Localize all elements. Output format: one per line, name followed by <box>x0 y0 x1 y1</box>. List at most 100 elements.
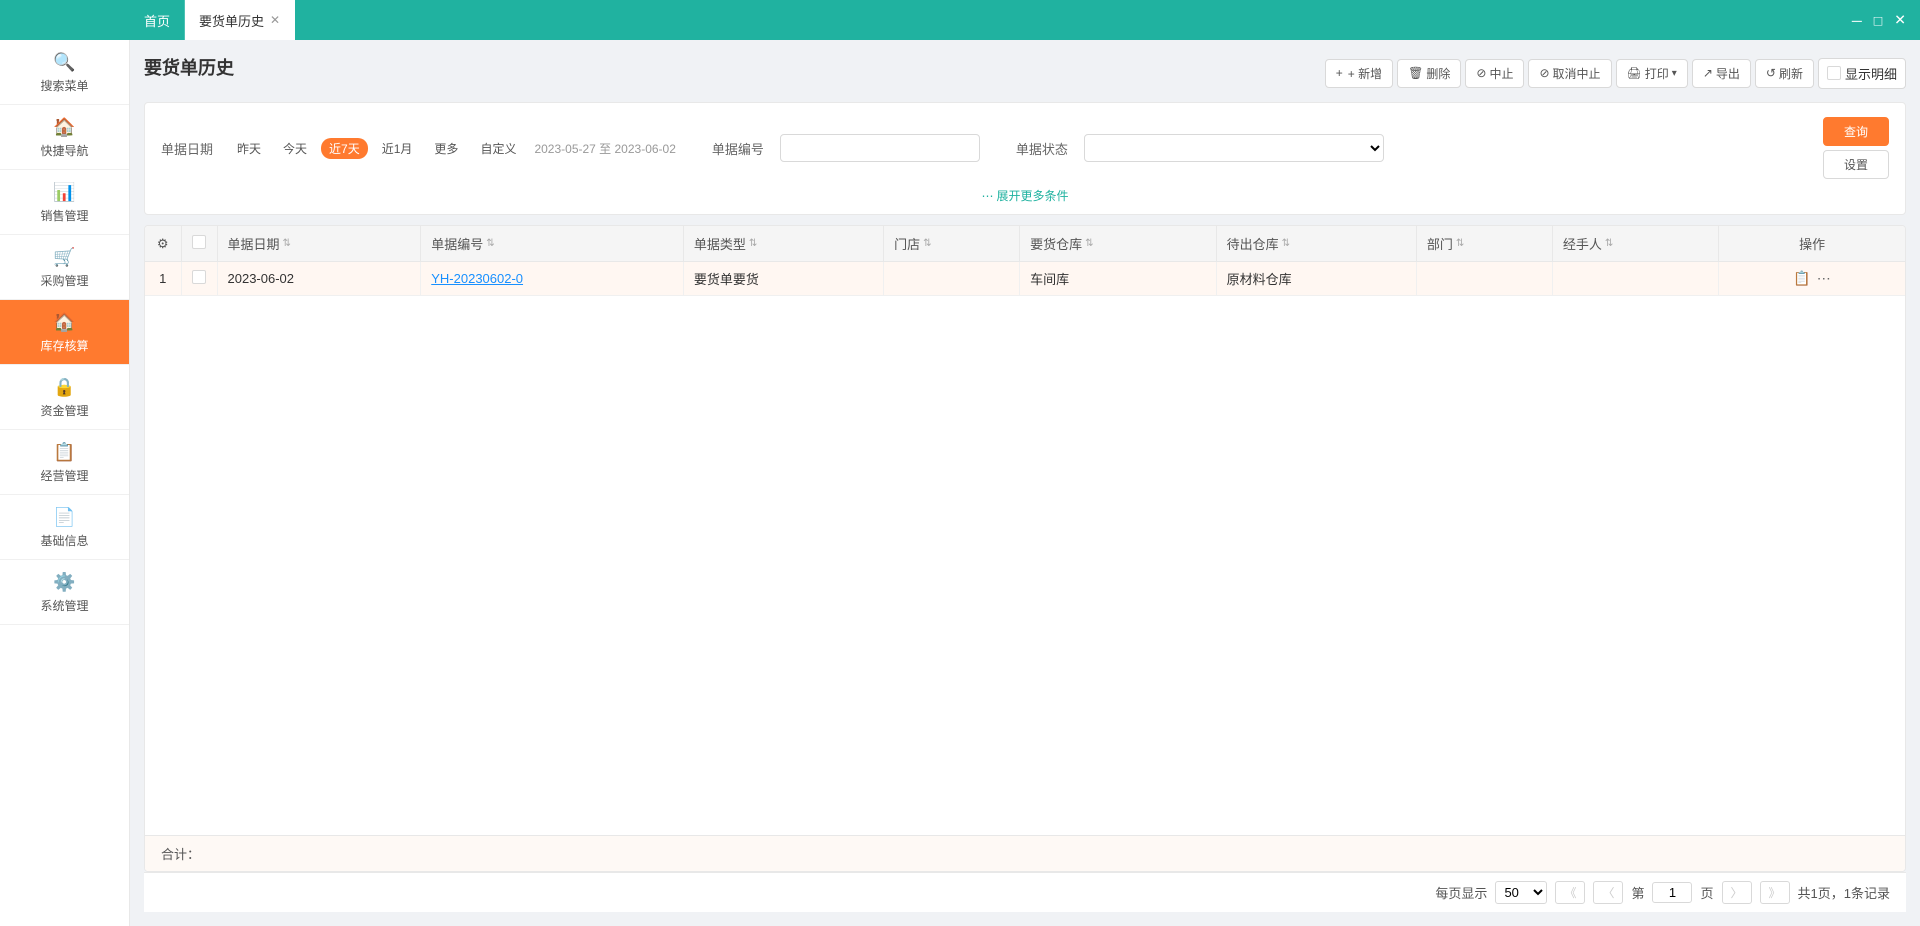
sort-icon-handler: ⇅ <box>1605 238 1613 249</box>
th-checkbox[interactable] <box>181 226 217 262</box>
close-window-icon[interactable]: ✕ <box>1894 12 1906 29</box>
th-pending-warehouse[interactable]: 待出仓库⇅ <box>1216 226 1416 262</box>
print-icon: 🖨 <box>1627 66 1642 80</box>
doc-status-label: 单据状态 <box>1016 139 1068 158</box>
refresh-button[interactable]: ↺ 刷新 <box>1755 59 1814 88</box>
th-actions: 操作 <box>1719 226 1905 262</box>
row-edit-icon[interactable]: 📋 <box>1793 270 1810 287</box>
date-filter-label: 单据日期 <box>161 139 213 158</box>
sidebar-item-operations[interactable]: 📋 经营管理 <box>0 430 129 495</box>
export-button[interactable]: ↗ 导出 <box>1692 59 1751 88</box>
print-button[interactable]: 🖨 打印 ▾ <box>1616 59 1688 88</box>
td-index: 1 <box>145 262 181 296</box>
display-detail-checkbox-icon <box>1827 66 1841 80</box>
td-checkbox[interactable] <box>181 262 217 296</box>
export-icon: ↗ <box>1703 66 1713 80</box>
th-gear[interactable]: ⚙ <box>145 226 181 262</box>
tab-home[interactable]: 首页 <box>130 0 185 40</box>
th-department[interactable]: 部门⇅ <box>1416 226 1552 262</box>
sidebar-item-system[interactable]: ⚙️ 系统管理 <box>0 560 129 625</box>
page-title: 要货单历史 <box>144 54 234 80</box>
doc-no-link[interactable]: YH-20230602-0 <box>431 271 523 286</box>
td-store <box>884 262 1020 296</box>
row-checkbox[interactable] <box>192 270 206 284</box>
sidebar-item-finance[interactable]: 🔒 资金管理 <box>0 365 129 430</box>
first-page-btn[interactable]: 《 <box>1555 881 1585 904</box>
td-req-warehouse: 车间库 <box>1020 262 1217 296</box>
expand-more-btn[interactable]: ⋯ 展开更多条件 <box>981 187 1068 204</box>
filter-row-1: 单据日期 昨天 今天 近7天 近1月 更多 自定义 2023-05-27 至 2… <box>161 117 1889 179</box>
delete-icon: 🗑 <box>1408 66 1423 80</box>
tab-requisition-history[interactable]: 要货单历史 ✕ <box>185 0 295 40</box>
sidebar-item-sales[interactable]: 📊 销售管理 <box>0 170 129 235</box>
sort-icon-pending-warehouse: ⇅ <box>1282 238 1290 249</box>
prev-page-btn[interactable]: 〈 <box>1593 881 1623 904</box>
display-detail-checkbox[interactable]: 显示明细 <box>1818 58 1906 89</box>
main-layout: 🔍 搜索菜单 🏠 快捷导航 📊 销售管理 🛒 采购管理 🏠 库存核算 🔒 资金管… <box>0 40 1920 926</box>
pagination-bar: 每页显示 50 10 20 100 《 〈 第 页 〉 》 共1页，1条记录 <box>144 872 1906 912</box>
date-btn-7days[interactable]: 近7天 <box>321 138 368 159</box>
gear-icon[interactable]: ⚙ <box>157 236 169 251</box>
window-controls: ─ □ ✕ <box>1852 12 1906 29</box>
inventory-icon: 🏠 <box>53 312 75 333</box>
new-button[interactable]: + + 新增 <box>1325 59 1393 88</box>
select-all-checkbox[interactable] <box>192 235 206 249</box>
sort-icon-store: ⇅ <box>923 238 931 249</box>
refresh-icon: ↺ <box>1766 66 1776 80</box>
sidebar-item-inventory[interactable]: 🏠 库存核算 <box>0 300 129 365</box>
stop-icon: ⊘ <box>1476 66 1486 80</box>
td-doc-date: 2023-06-02 <box>217 262 421 296</box>
settings-button[interactable]: 设置 <box>1823 150 1889 179</box>
doc-status-select[interactable] <box>1084 134 1384 162</box>
th-doc-type[interactable]: 单据类型⇅ <box>683 226 883 262</box>
sidebar-item-search-menu[interactable]: 🔍 搜索菜单 <box>0 40 129 105</box>
table-row[interactable]: 1 2023-06-02 YH-20230602-0 要货单要货 车间库 原材料… <box>145 262 1905 296</box>
td-doc-no[interactable]: YH-20230602-0 <box>421 262 684 296</box>
th-doc-no[interactable]: 单据编号⇅ <box>421 226 684 262</box>
per-page-select[interactable]: 50 10 20 100 <box>1495 881 1547 904</box>
tab-close-icon[interactable]: ✕ <box>270 13 280 27</box>
last-page-btn[interactable]: 》 <box>1760 881 1790 904</box>
toolbar: + + 新增 🗑 删除 ⊘ 中止 ⊘ 取消中止 🖨 打印 <box>1325 58 1906 89</box>
sidebar-item-basicinfo[interactable]: 📄 基础信息 <box>0 495 129 560</box>
date-range-display: 2023-05-27 至 2023-06-02 <box>534 140 675 157</box>
delete-button[interactable]: 🗑 删除 <box>1397 59 1461 88</box>
date-btn-today[interactable]: 今天 <box>275 138 315 159</box>
cancel-stop-button[interactable]: ⊘ 取消中止 <box>1528 59 1611 88</box>
th-doc-date[interactable]: 单据日期⇅ <box>217 226 421 262</box>
system-icon: ⚙️ <box>53 572 75 593</box>
sales-icon: 📊 <box>53 182 75 203</box>
content-area: 要货单历史 + + 新增 🗑 删除 ⊘ 中止 ⊘ 取消中止 <box>130 40 1920 926</box>
td-doc-type: 要货单要货 <box>683 262 883 296</box>
cancel-stop-icon: ⊘ <box>1539 66 1549 80</box>
finance-icon: 🔒 <box>53 377 75 398</box>
home-icon: 🏠 <box>53 117 75 138</box>
th-req-warehouse[interactable]: 要货仓库⇅ <box>1020 226 1217 262</box>
date-btn-1month[interactable]: 近1月 <box>374 138 421 159</box>
next-page-btn[interactable]: 〉 <box>1722 881 1752 904</box>
minimize-icon[interactable]: ─ <box>1852 12 1862 28</box>
sort-icon-doc-date: ⇅ <box>283 238 291 249</box>
th-handler[interactable]: 经手人⇅ <box>1552 226 1718 262</box>
doc-no-input[interactable] <box>780 134 980 162</box>
sidebar-item-quick-nav[interactable]: 🏠 快捷导航 <box>0 105 129 170</box>
sidebar-item-purchase[interactable]: 🛒 采购管理 <box>0 235 129 300</box>
td-actions: 📋 ⋯ <box>1719 262 1905 296</box>
row-more-icon[interactable]: ⋯ <box>1817 270 1831 287</box>
sort-icon-doc-type: ⇅ <box>749 238 757 249</box>
page-input[interactable] <box>1652 882 1692 903</box>
date-options: 昨天 今天 近7天 近1月 更多 自定义 2023-05-27 至 2023-0… <box>229 138 676 159</box>
date-btn-more[interactable]: 更多 <box>426 138 466 159</box>
th-store[interactable]: 门店⇅ <box>884 226 1020 262</box>
filter-panel: 单据日期 昨天 今天 近7天 近1月 更多 自定义 2023-05-27 至 2… <box>144 102 1906 215</box>
new-icon: + <box>1336 66 1343 80</box>
search-menu-icon: 🔍 <box>53 52 75 73</box>
maximize-icon[interactable]: □ <box>1874 12 1882 28</box>
date-btn-custom[interactable]: 自定义 <box>472 138 524 159</box>
sidebar: 🔍 搜索菜单 🏠 快捷导航 📊 销售管理 🛒 采购管理 🏠 库存核算 🔒 资金管… <box>0 40 130 926</box>
stop-button[interactable]: ⊘ 中止 <box>1465 59 1524 88</box>
data-table: ⚙ 单据日期⇅ 单据编号⇅ 单 <box>145 226 1905 296</box>
sort-icon-department: ⇅ <box>1456 238 1464 249</box>
query-button[interactable]: 查询 <box>1823 117 1889 146</box>
date-btn-yesterday[interactable]: 昨天 <box>229 138 269 159</box>
